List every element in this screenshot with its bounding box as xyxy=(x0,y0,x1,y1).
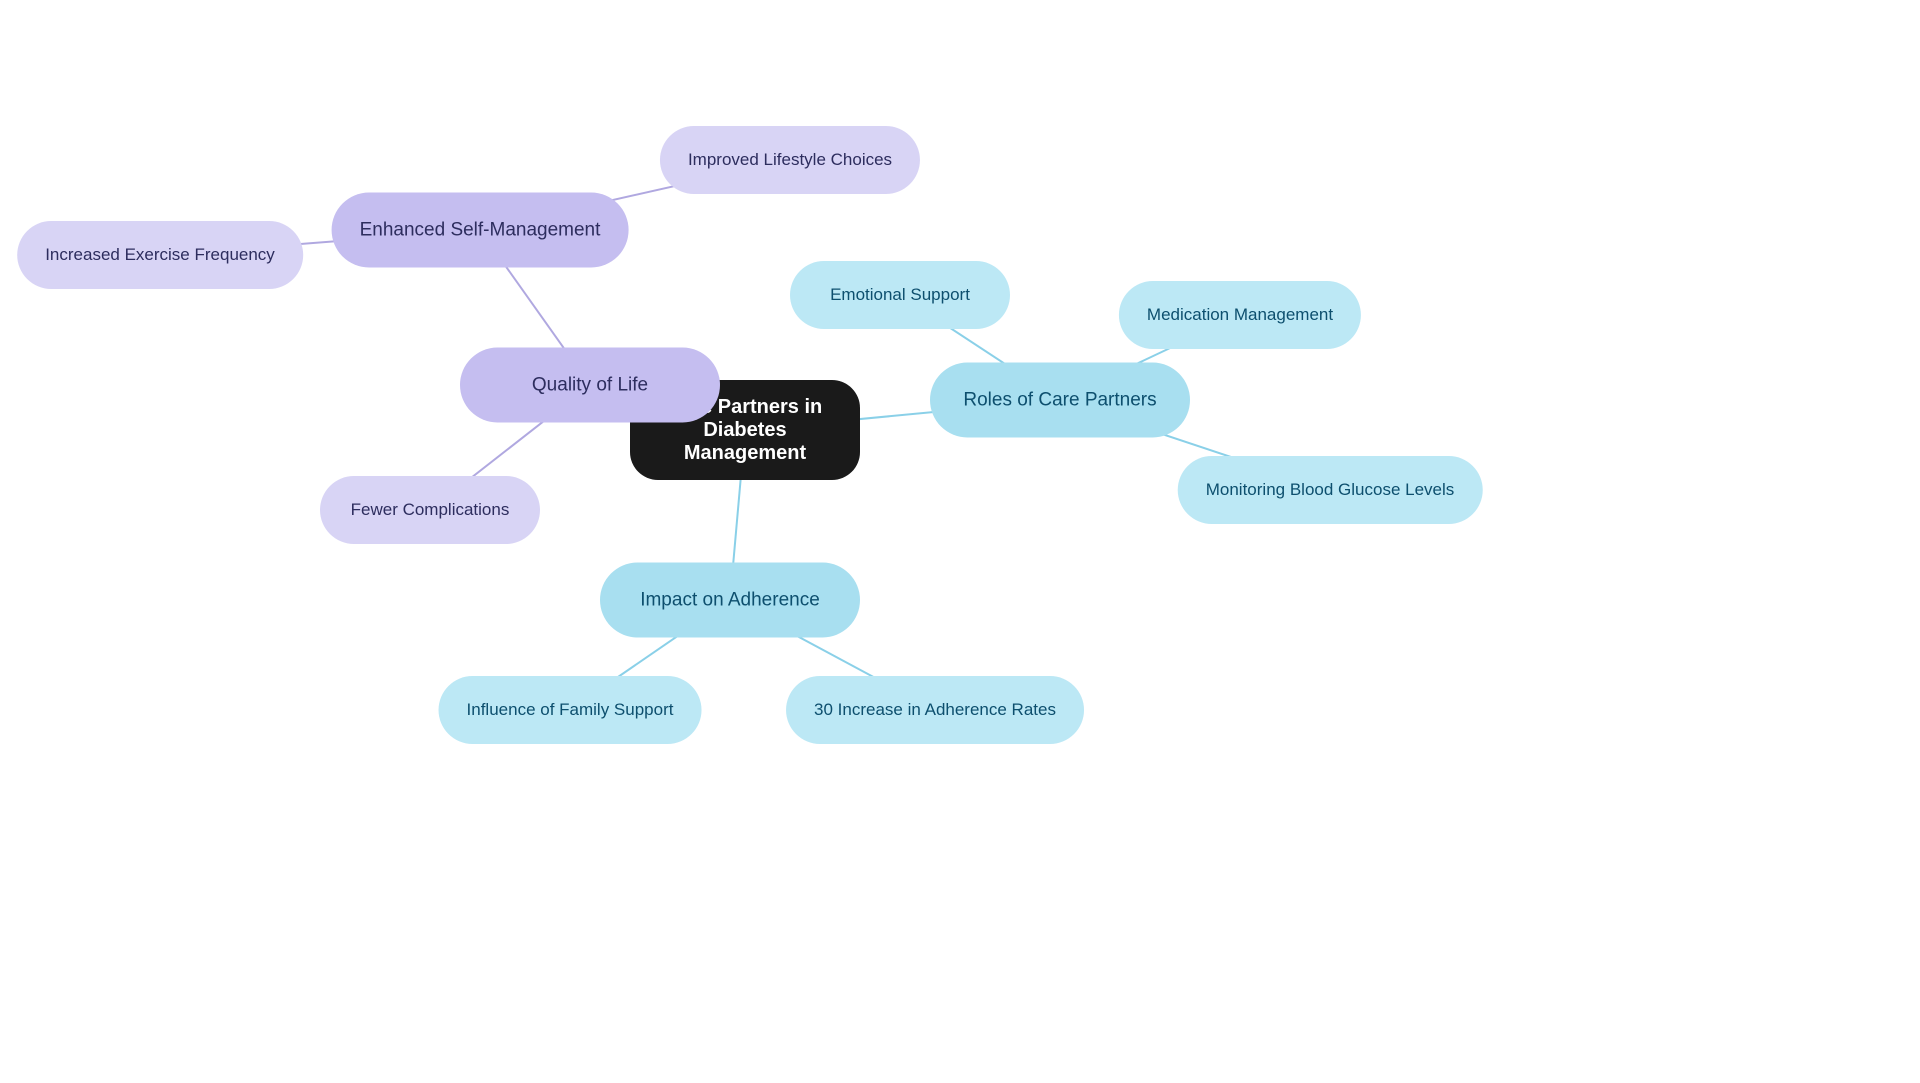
enhanced-self-management-label: Enhanced Self-Management xyxy=(360,219,601,241)
fewer-complications-node[interactable]: Fewer Complications xyxy=(320,476,540,544)
medication-management-node[interactable]: Medication Management xyxy=(1119,281,1361,349)
impact-adherence-node[interactable]: Impact on Adherence xyxy=(600,563,860,638)
quality-of-life-label: Quality of Life xyxy=(532,374,648,396)
medication-management-label: Medication Management xyxy=(1147,305,1333,325)
monitoring-blood-glucose-label: Monitoring Blood Glucose Levels xyxy=(1206,480,1455,500)
fewer-complications-label: Fewer Complications xyxy=(351,500,510,520)
increased-exercise-label: Increased Exercise Frequency xyxy=(45,245,275,265)
adherence-rates-label: 30 Increase in Adherence Rates xyxy=(814,700,1056,720)
increased-exercise-node[interactable]: Increased Exercise Frequency xyxy=(17,221,303,289)
roles-care-partners-label: Roles of Care Partners xyxy=(963,389,1156,411)
enhanced-self-management-node[interactable]: Enhanced Self-Management xyxy=(332,193,629,268)
impact-adherence-label: Impact on Adherence xyxy=(640,589,820,611)
influence-family-support-node[interactable]: Influence of Family Support xyxy=(439,676,702,744)
quality-of-life-node[interactable]: Quality of Life xyxy=(460,348,720,423)
roles-care-partners-node[interactable]: Roles of Care Partners xyxy=(930,363,1190,438)
adherence-rates-node[interactable]: 30 Increase in Adherence Rates xyxy=(786,676,1084,744)
influence-family-support-label: Influence of Family Support xyxy=(467,700,674,720)
improved-lifestyle-node[interactable]: Improved Lifestyle Choices xyxy=(660,126,920,194)
emotional-support-label: Emotional Support xyxy=(830,285,970,305)
emotional-support-node[interactable]: Emotional Support xyxy=(790,261,1010,329)
improved-lifestyle-label: Improved Lifestyle Choices xyxy=(688,150,892,170)
monitoring-blood-glucose-node[interactable]: Monitoring Blood Glucose Levels xyxy=(1178,456,1483,524)
